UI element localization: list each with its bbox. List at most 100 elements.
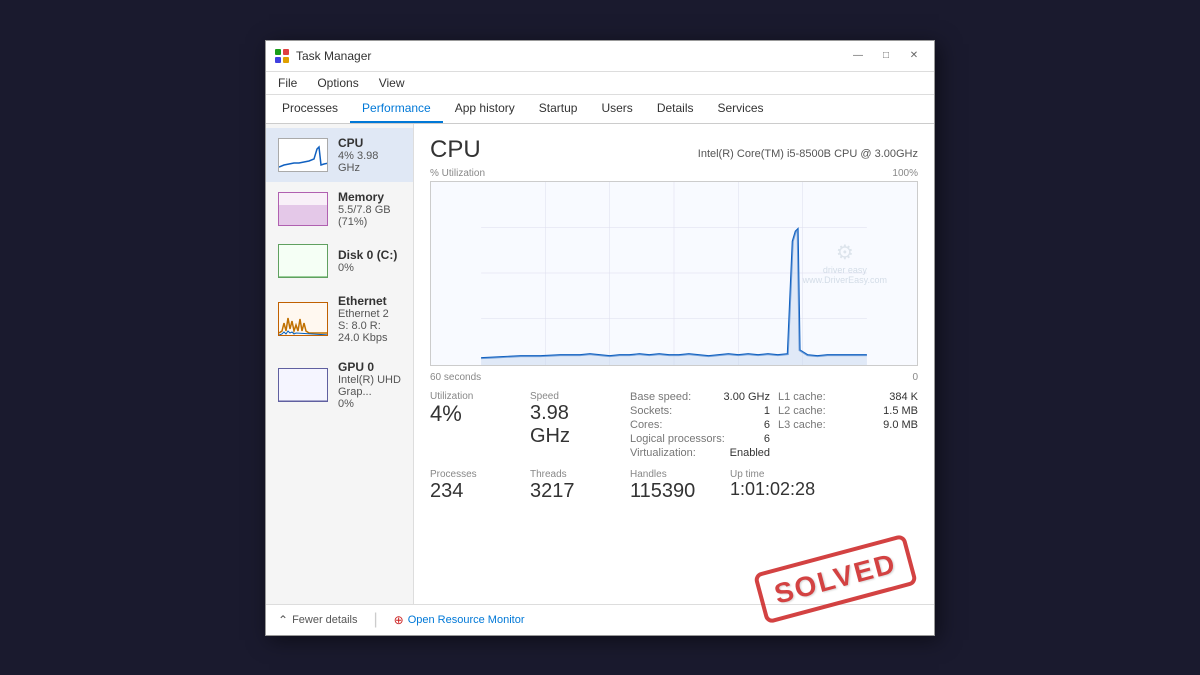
l3-row: L3 cache: 9.0 MB <box>778 419 918 431</box>
cores-val: 6 <box>764 419 770 431</box>
utilization-stat-label: Utilization <box>430 391 510 402</box>
processes-value: 234 <box>430 480 510 502</box>
threads-stat: Threads 3217 <box>530 469 610 502</box>
title-bar: Task Manager — □ ✕ <box>266 41 934 72</box>
task-manager-window: Task Manager — □ ✕ File Options View Pro… <box>265 40 935 636</box>
disk-sidebar-name: Disk 0 (C:) <box>338 248 401 262</box>
main-panel: CPU Intel(R) Core(TM) i5-8500B CPU @ 3.0… <box>414 124 934 604</box>
speed-stat-value: 3.98 GHz <box>530 402 610 448</box>
gpu-sidebar-name: GPU 0 <box>338 360 401 374</box>
menu-options[interactable]: Options <box>313 74 362 92</box>
ethernet-sidebar-name: Ethernet <box>338 294 401 308</box>
resource-icon: ⊕ <box>394 613 404 627</box>
sidebar-item-cpu[interactable]: CPU 4% 3.98 GHz <box>266 128 413 182</box>
uptime-label: Up time <box>730 469 815 480</box>
cpu-sidebar-info: CPU 4% 3.98 GHz <box>338 136 401 174</box>
utilization-stat-value: 4% <box>430 402 510 426</box>
cores-row: Cores: 6 <box>630 419 770 431</box>
tab-processes[interactable]: Processes <box>270 95 350 123</box>
threads-label: Threads <box>530 469 610 480</box>
l2-val: 1.5 MB <box>883 405 918 417</box>
gpu-sidebar-info: GPU 0 Intel(R) UHD Grap... 0% <box>338 360 401 410</box>
logical-val: 6 <box>764 433 770 445</box>
sidebar-item-ethernet[interactable]: Ethernet Ethernet 2 S: 8.0 R: 24.0 Kbps <box>266 286 413 352</box>
tab-performance[interactable]: Performance <box>350 95 443 123</box>
uptime-value: 1:01:02:28 <box>730 480 815 500</box>
content-area: CPU 4% 3.98 GHz Memory 5.5/7.8 GB (71%) <box>266 124 934 604</box>
virt-row: Virtualization: Enabled <box>630 447 770 459</box>
processes-stat: Processes 234 <box>430 469 510 502</box>
title-bar-left: Task Manager <box>274 48 371 64</box>
virt-key: Virtualization: <box>630 447 696 459</box>
logical-key: Logical processors: <box>630 433 725 445</box>
tab-startup[interactable]: Startup <box>527 95 590 123</box>
l3-key: L3 cache: <box>778 419 826 431</box>
utilization-label: % Utilization 100% <box>430 168 918 179</box>
lower-stats-row: Processes 234 Threads 3217 Handles 11539… <box>430 469 918 502</box>
minimize-button[interactable]: — <box>846 47 870 65</box>
handles-stat: Handles 115390 <box>630 469 710 502</box>
cpu-main-title: CPU <box>430 136 481 164</box>
virt-val: Enabled <box>730 447 770 459</box>
ethernet-sidebar-info: Ethernet Ethernet 2 S: 8.0 R: 24.0 Kbps <box>338 294 401 344</box>
cpu-chart-area: ⚙ driver easywww.DriverEasy.com <box>430 181 918 366</box>
app-icon <box>274 48 290 64</box>
l1-val: 384 K <box>889 391 918 403</box>
sidebar-item-disk[interactable]: Disk 0 (C:) 0% <box>266 236 413 286</box>
l2-row: L2 cache: 1.5 MB <box>778 405 918 417</box>
uptime-stat: Up time 1:01:02:28 <box>730 469 815 502</box>
menu-file[interactable]: File <box>274 74 301 92</box>
tab-app-history[interactable]: App history <box>443 95 527 123</box>
tab-bar: Processes Performance App history Startu… <box>266 95 934 124</box>
disk-sidebar-info: Disk 0 (C:) 0% <box>338 248 401 274</box>
maximize-button[interactable]: □ <box>874 47 898 65</box>
menu-bar: File Options View <box>266 72 934 95</box>
disk-mini-chart <box>278 244 328 278</box>
time-label: 60 seconds 0 <box>430 372 918 383</box>
l2-key: L2 cache: <box>778 405 826 417</box>
processes-label: Processes <box>430 469 510 480</box>
cpu-model-label: Intel(R) Core(TM) i5-8500B CPU @ 3.00GHz <box>698 148 918 160</box>
sidebar-item-memory[interactable]: Memory 5.5/7.8 GB (71%) <box>266 182 413 236</box>
base-speed-val: 3.00 GHz <box>724 391 770 403</box>
tab-services[interactable]: Services <box>706 95 776 123</box>
detail-right: Base speed: 3.00 GHz Sockets: 1 Cores: 6 <box>630 391 918 461</box>
sockets-key: Sockets: <box>630 405 672 417</box>
sidebar-item-gpu[interactable]: GPU 0 Intel(R) UHD Grap... 0% <box>266 352 413 418</box>
tab-users[interactable]: Users <box>589 95 644 123</box>
max-percent-label: 100% <box>892 168 918 179</box>
l1-key: L1 cache: <box>778 391 826 403</box>
disk-mini-svg <box>279 245 328 278</box>
cores-key: Cores: <box>630 419 662 431</box>
detail-col-2: L1 cache: 384 K L2 cache: 1.5 MB L3 cach… <box>778 391 918 461</box>
fewer-details-label: Fewer details <box>292 614 357 626</box>
tab-details[interactable]: Details <box>645 95 706 123</box>
sockets-row: Sockets: 1 <box>630 405 770 417</box>
memory-sidebar-sub: 5.5/7.8 GB (71%) <box>338 204 401 228</box>
cpu-header: CPU Intel(R) Core(TM) i5-8500B CPU @ 3.0… <box>430 136 918 164</box>
logical-row: Logical processors: 6 <box>630 433 770 445</box>
handles-value: 115390 <box>630 480 710 502</box>
utilization-stat: Utilization 4% <box>430 391 510 461</box>
stats-row: Utilization 4% Speed 3.98 GHz Base speed… <box>430 391 918 461</box>
bottom-bar: ⌃ Fewer details | ⊕ Open Resource Monito… <box>266 604 934 635</box>
cpu-mini-svg <box>279 139 328 172</box>
close-button[interactable]: ✕ <box>902 47 926 65</box>
memory-sidebar-info: Memory 5.5/7.8 GB (71%) <box>338 190 401 228</box>
open-resource-label: Open Resource Monitor <box>408 614 525 626</box>
fewer-details-button[interactable]: ⌃ Fewer details <box>278 613 357 627</box>
window-title: Task Manager <box>296 49 371 63</box>
disk-sidebar-sub: 0% <box>338 262 401 274</box>
menu-view[interactable]: View <box>375 74 409 92</box>
speed-stat: Speed 3.98 GHz <box>530 391 610 461</box>
mem-mini-svg <box>279 193 328 226</box>
gpu-mini-chart <box>278 368 328 402</box>
window-controls: — □ ✕ <box>846 47 926 65</box>
ethernet-mini-chart <box>278 302 328 336</box>
open-resource-monitor-link[interactable]: ⊕ Open Resource Monitor <box>394 613 525 627</box>
gpu-mini-svg <box>279 369 328 402</box>
stats-detail: Base speed: 3.00 GHz Sockets: 1 Cores: 6 <box>630 391 918 461</box>
base-speed-row: Base speed: 3.00 GHz <box>630 391 770 403</box>
l1-row: L1 cache: 384 K <box>778 391 918 403</box>
gpu-sidebar-sub2: Intel(R) UHD Grap... <box>338 374 401 398</box>
